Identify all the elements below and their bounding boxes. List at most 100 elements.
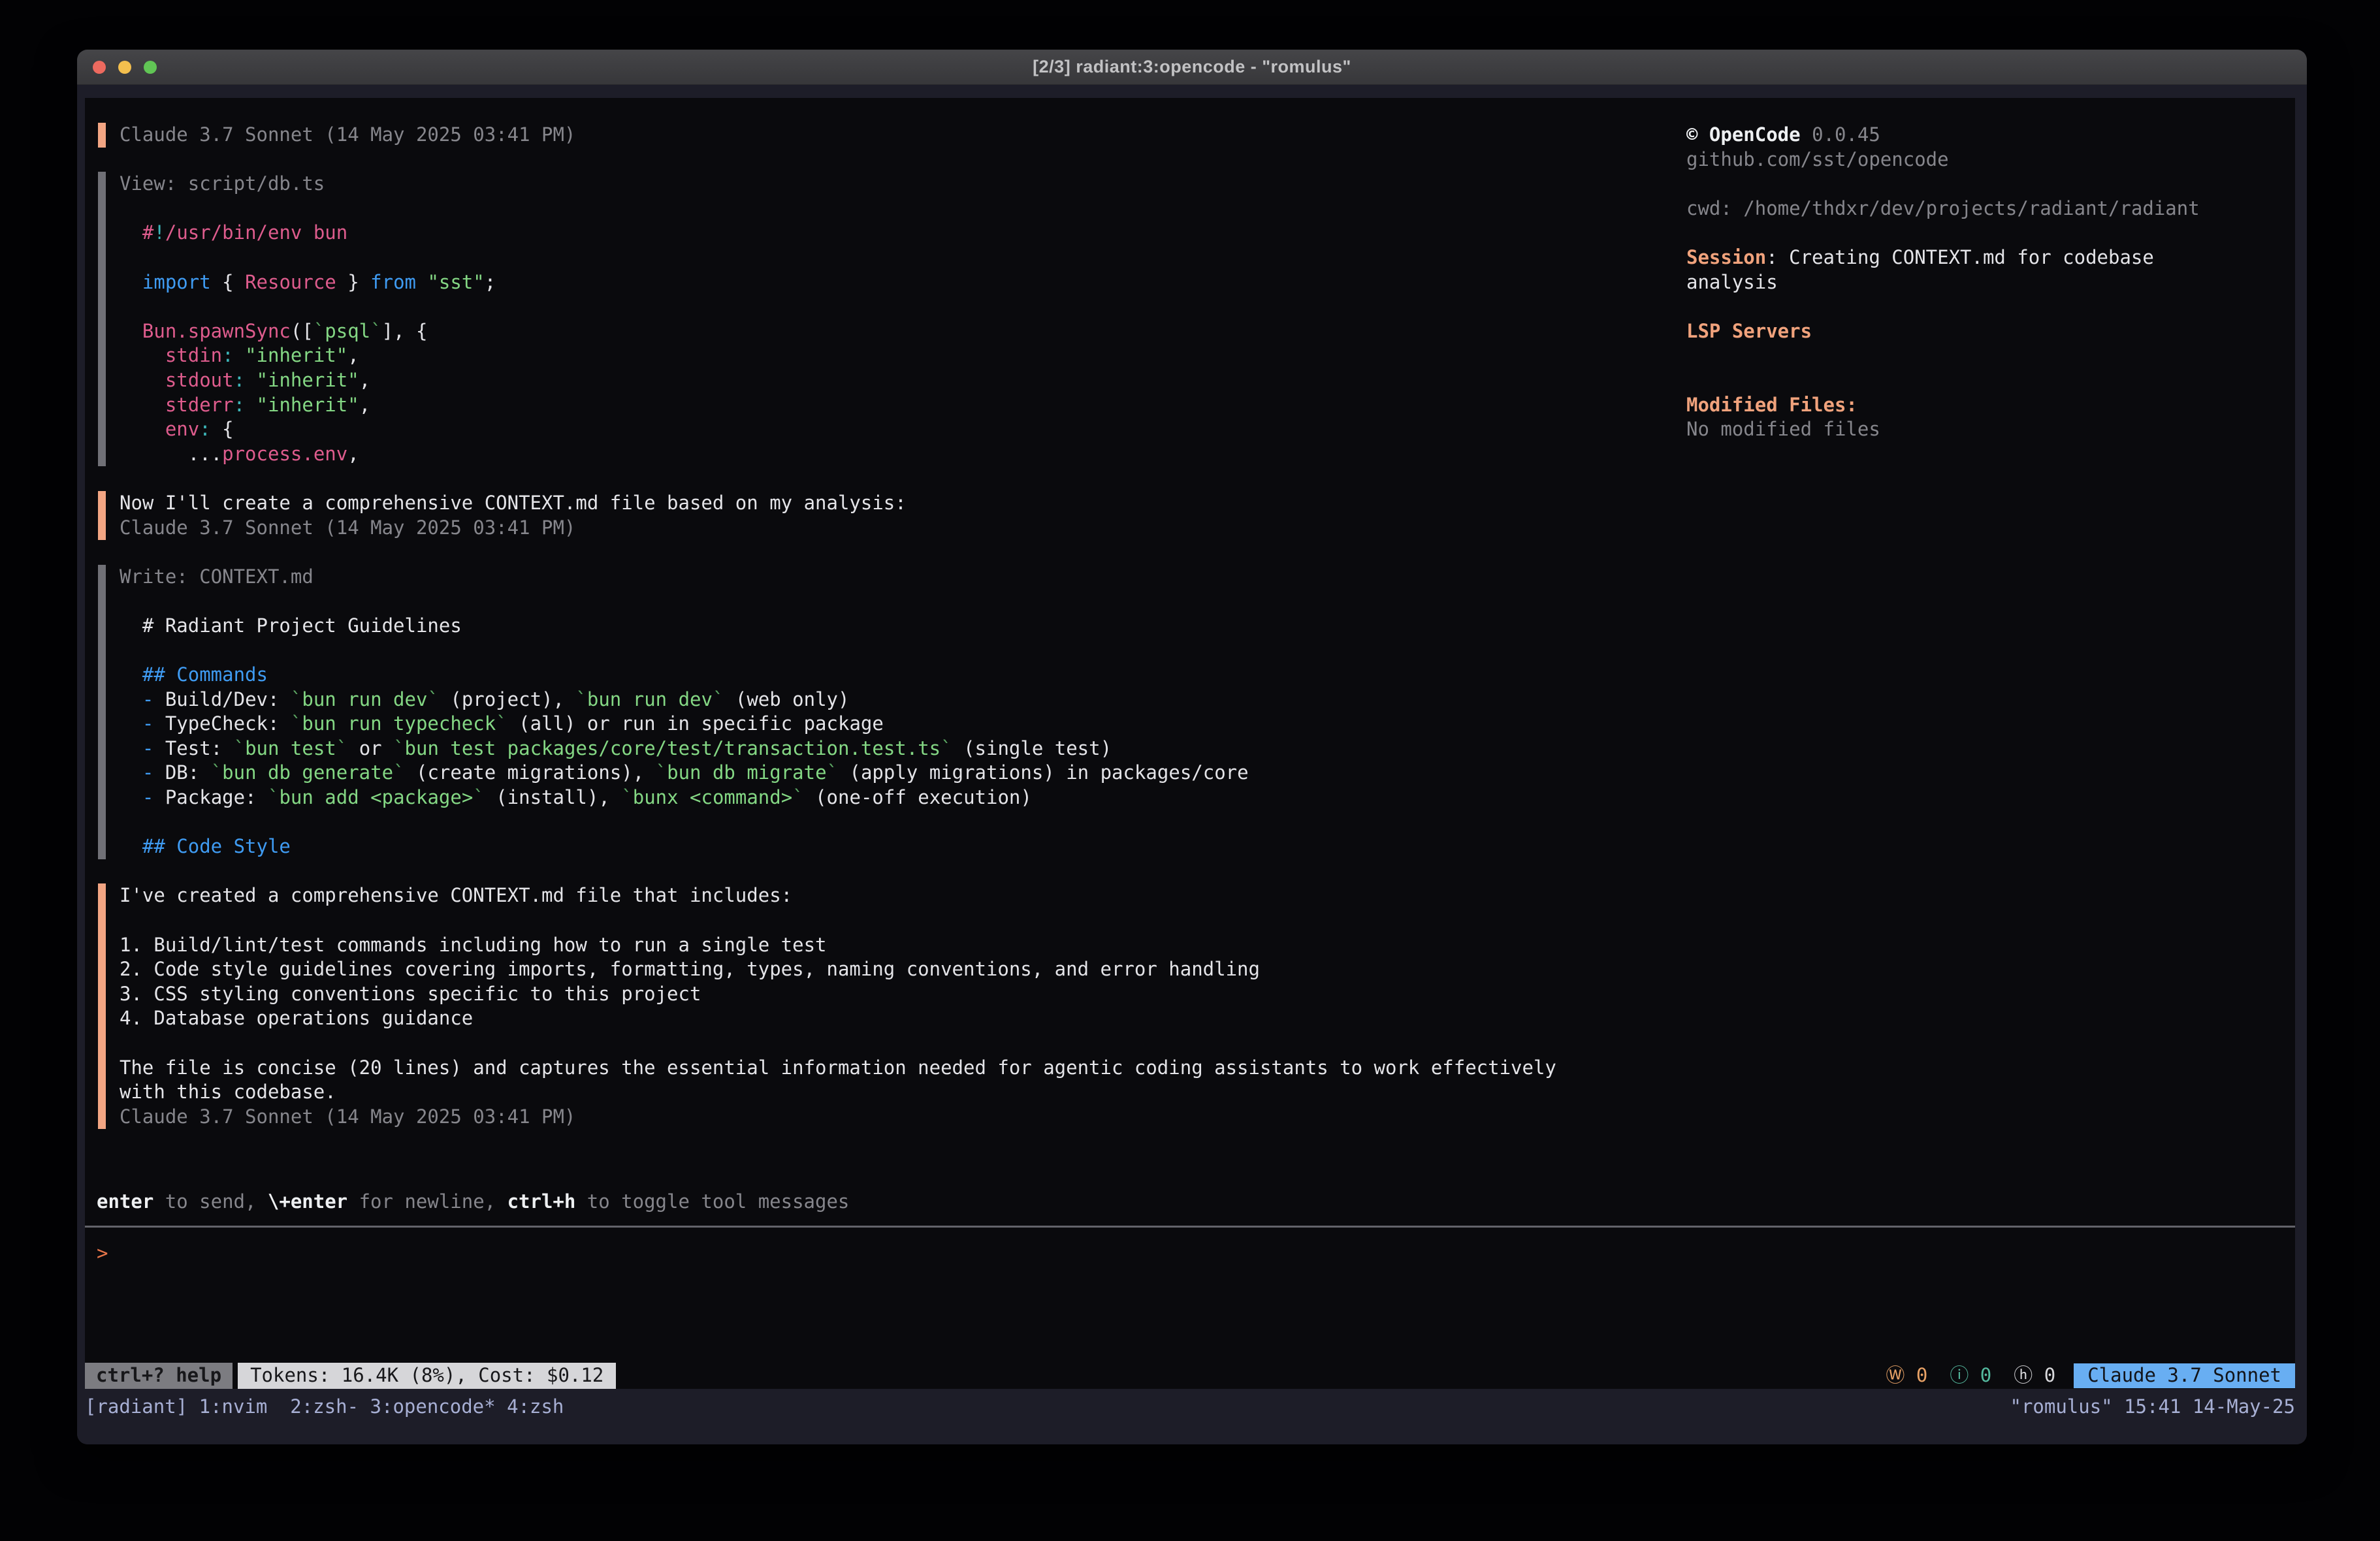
text-segment: :	[234, 369, 245, 391]
text-segment: ,	[347, 443, 359, 465]
text-segment: Write: CONTEXT.md	[120, 565, 314, 588]
window-titlebar[interactable]: [2/3] radiant:3:opencode - "romulus"	[77, 50, 2307, 85]
text-segment: stderr	[120, 394, 234, 416]
text-segment: `	[268, 786, 279, 808]
text-segment: `	[427, 688, 438, 710]
text-segment: Test:	[153, 737, 233, 759]
text-segment: Package:	[153, 786, 268, 808]
tool-message: Write: CONTEXT.md # Radiant Project Guid…	[98, 565, 1686, 859]
text-segment: : Creating CONTEXT.md for codebase	[1766, 246, 2154, 268]
opencode-tui: Claude 3.7 Sonnet (14 May 2025 03:41 PM)…	[85, 98, 2295, 1389]
text-segment: ## Commands	[120, 663, 268, 686]
text-segment: analysis	[1686, 271, 1778, 293]
text-segment: bunx <command>	[633, 786, 792, 808]
message-line: - Build/Dev: `bun run dev` (project), `b…	[120, 688, 1686, 712]
message-line: #!/usr/bin/env bun	[120, 221, 1686, 246]
message-input[interactable]: >	[85, 1241, 2295, 1266]
tmux-window-tab[interactable]: 4:zsh	[507, 1395, 564, 1418]
sidebar-line: Modified Files:	[1686, 393, 2295, 418]
text-segment: DB:	[153, 761, 210, 784]
message-line: ...process.env,	[120, 442, 1686, 467]
message-line	[120, 294, 1686, 319]
text-segment: or	[347, 737, 393, 759]
message-line: - DB: `bun db generate` (create migratio…	[120, 761, 1686, 786]
traffic-lights	[93, 50, 157, 84]
text-segment: stdout	[120, 369, 234, 391]
diagnostic-warn-icon: Ⓦ 0	[1886, 1363, 1927, 1388]
tool-message: View: script/db.ts #!/usr/bin/env bun im…	[98, 172, 1686, 466]
text-segment: bun run dev	[587, 688, 713, 710]
keybinding-hints: enter to send, \+enter for newline, ctrl…	[97, 1190, 2295, 1215]
text-segment: cwd: /home/thdxr/dev/projects/radiant/ra…	[1686, 197, 2200, 219]
diagnostic-info-icon: ⓘ 0	[1950, 1363, 1991, 1388]
text-segment: `	[291, 712, 302, 735]
text-segment: (one-off execution)	[804, 786, 1032, 808]
message-line: Write: CONTEXT.md	[120, 565, 1686, 590]
help-badge[interactable]: ctrl+? help	[85, 1363, 233, 1389]
message-line: Bun.spawnSync([`psql`], {	[120, 319, 1686, 344]
content-row: Claude 3.7 Sonnet (14 May 2025 03:41 PM)…	[85, 98, 2295, 1190]
diagnostics: Ⓦ 0ⓘ 0ⓗ 0	[1886, 1363, 2055, 1388]
sidebar-line: Session: Creating CONTEXT.md for codebas…	[1686, 246, 2295, 270]
status-bar: ctrl+? help Tokens: 16.4K (8%), Cost: $0…	[85, 1363, 2295, 1389]
text-segment: -	[120, 712, 153, 735]
tmux-window-tab[interactable]: 1:nvim	[199, 1395, 279, 1418]
text-segment: bun run typecheck	[302, 712, 496, 735]
message-line: env: {	[120, 417, 1686, 442]
input-separator	[85, 1226, 2295, 1228]
prompt-icon: >	[97, 1242, 108, 1264]
sidebar: © OpenCode 0.0.45github.com/sst/opencode…	[1686, 123, 2295, 1190]
message-line	[120, 1031, 1686, 1056]
text-segment: "inherit"	[245, 344, 347, 366]
hint-segment: ctrl+h	[507, 1190, 576, 1213]
message-line	[120, 638, 1686, 663]
text-segment: No modified files	[1686, 418, 1880, 440]
message-line: stdout: "inherit",	[120, 368, 1686, 393]
model-badge[interactable]: Claude 3.7 Sonnet	[2074, 1363, 2295, 1388]
text-segment: `	[234, 737, 245, 759]
text-segment: bun test packages/core/test/transaction.…	[405, 737, 941, 759]
text-segment: -	[120, 688, 153, 710]
tmux-left: [radiant] 1:nvim 2:zsh- 3:opencode* 4:zs…	[85, 1395, 564, 1444]
text-segment: `	[211, 761, 222, 784]
sidebar-line	[1686, 172, 2295, 197]
message-line	[120, 246, 1686, 270]
tmux-window-tab[interactable]: 2:zsh-	[290, 1395, 359, 1418]
text-segment: (apply migrations) in packages/core	[838, 761, 1249, 784]
close-button[interactable]	[93, 61, 106, 74]
text-segment: Modified Files:	[1686, 394, 1857, 416]
text-segment: "inherit"	[257, 369, 359, 391]
desktop: [2/3] radiant:3:opencode - "romulus" Cla…	[0, 0, 2380, 1541]
text-segment: ([	[291, 320, 314, 342]
chat-messages: Claude 3.7 Sonnet (14 May 2025 03:41 PM)…	[85, 123, 1686, 1190]
text-segment: `	[393, 761, 404, 784]
minimize-button[interactable]	[118, 61, 131, 74]
text-segment: -	[120, 761, 153, 784]
zoom-button[interactable]	[144, 61, 157, 74]
text-segment: View: script/db.ts	[120, 172, 325, 195]
text-segment: ,	[359, 369, 370, 391]
message-line	[120, 197, 1686, 221]
text-segment: `	[291, 688, 302, 710]
text-segment	[245, 394, 256, 416]
tmux-window-tab[interactable]: 3:opencode*	[370, 1395, 496, 1418]
text-segment: Session	[1686, 246, 1766, 268]
message-line: # Radiant Project Guidelines	[120, 614, 1686, 639]
text-segment: TypeCheck:	[153, 712, 291, 735]
sidebar-line	[1686, 343, 2295, 368]
sidebar-line: github.com/sst/opencode	[1686, 148, 2295, 172]
text-segment: (install),	[485, 786, 622, 808]
text-segment: :	[234, 394, 245, 416]
text-segment: :	[222, 344, 233, 366]
input-spacer	[85, 1266, 2295, 1363]
text-segment: ...	[120, 443, 222, 465]
tmux-clock: "romulus" 15:41 14-May-25	[2010, 1395, 2296, 1444]
sidebar-line: analysis	[1686, 270, 2295, 295]
text-segment: }	[336, 271, 370, 293]
text-segment: Build/Dev:	[153, 688, 291, 710]
message-line: Now I'll create a comprehensive CONTEXT.…	[120, 491, 1686, 516]
sidebar-line	[1686, 368, 2295, 393]
terminal-window: [2/3] radiant:3:opencode - "romulus" Cla…	[77, 50, 2307, 1444]
text-segment: `	[575, 688, 587, 710]
assistant-message: I've created a comprehensive CONTEXT.md …	[98, 883, 1686, 1129]
